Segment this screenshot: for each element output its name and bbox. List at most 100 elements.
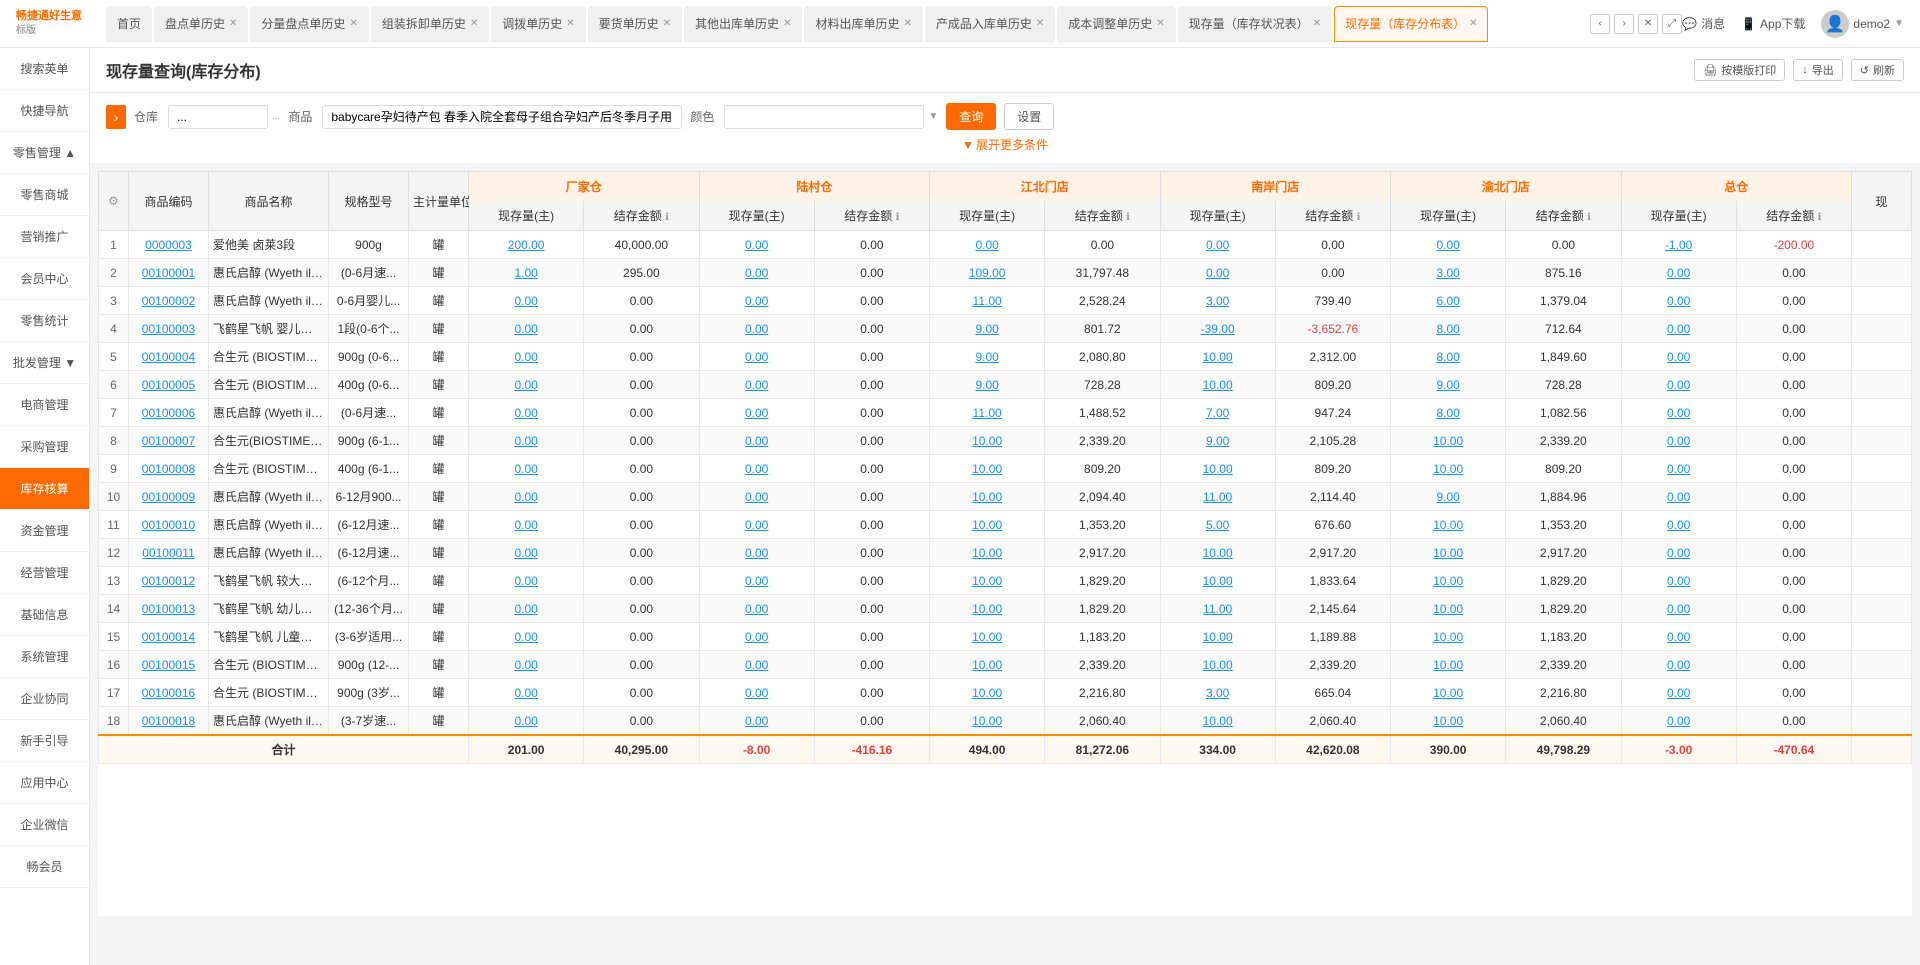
sidebar-item-13[interactable]: 基础信息 xyxy=(0,594,89,636)
sidebar-item-15[interactable]: 企业协同 xyxy=(0,678,89,720)
row-lucun-qty[interactable]: 0.00 xyxy=(699,427,814,455)
tab-close-2[interactable]: ✕ xyxy=(349,18,357,29)
tab-close-7[interactable]: ✕ xyxy=(903,18,911,29)
row-nanan-qty[interactable]: 11.00 xyxy=(1160,483,1275,511)
tab-3[interactable]: 组装拆卸单历史✕ xyxy=(371,6,489,42)
row-lucun-qty[interactable]: 0.00 xyxy=(699,343,814,371)
sidebar-item-7[interactable]: 批发管理 ▼ xyxy=(0,342,89,384)
sidebar-item-19[interactable]: 畅会员 xyxy=(0,846,89,888)
row-lucun-qty[interactable]: 0.00 xyxy=(699,595,814,623)
goods-input[interactable] xyxy=(322,105,682,129)
row-jiangbei-qty[interactable]: 10.00 xyxy=(930,707,1045,736)
row-jiangbei-qty[interactable]: 10.00 xyxy=(930,623,1045,651)
row-lucun-qty[interactable]: 0.00 xyxy=(699,623,814,651)
row-jiangbei-qty[interactable]: 10.00 xyxy=(930,483,1045,511)
color-input[interactable] xyxy=(724,105,924,129)
tab-2[interactable]: 分量盘点单历史✕ xyxy=(250,6,368,42)
sidebar-item-0[interactable]: 搜索英单 xyxy=(0,48,89,90)
row-yubei-qty[interactable]: 9.00 xyxy=(1391,483,1506,511)
prev-tab-btn[interactable]: ‹ xyxy=(1590,14,1610,34)
tab-9[interactable]: 成本调整单历史✕ xyxy=(1057,6,1175,42)
row-nanan-qty[interactable]: 11.00 xyxy=(1160,595,1275,623)
row-factory-qty[interactable]: 0.00 xyxy=(469,567,584,595)
row-yubei-qty[interactable]: 0.00 xyxy=(1391,231,1506,259)
row-total-qty[interactable]: 0.00 xyxy=(1621,315,1736,343)
row-jiangbei-qty[interactable]: 11.00 xyxy=(930,287,1045,315)
row-lucun-qty[interactable]: 0.00 xyxy=(699,567,814,595)
row-lucun-qty[interactable]: 0.00 xyxy=(699,679,814,707)
row-jiangbei-qty[interactable]: 109.00 xyxy=(930,259,1045,287)
user-menu[interactable]: 👤 demo2 ▼ xyxy=(1821,10,1904,38)
tab-5[interactable]: 要货单历史✕ xyxy=(588,6,682,42)
close-all-btn[interactable]: ✕ xyxy=(1638,14,1658,34)
row-yubei-qty[interactable]: 8.00 xyxy=(1391,399,1506,427)
row-yubei-qty[interactable]: 10.00 xyxy=(1391,707,1506,736)
row-lucun-qty[interactable]: 0.00 xyxy=(699,315,814,343)
row-jiangbei-qty[interactable]: 10.00 xyxy=(930,427,1045,455)
row-jiangbei-qty[interactable]: 10.00 xyxy=(930,651,1045,679)
sidebar-item-8[interactable]: 电商管理 xyxy=(0,384,89,426)
row-total-qty[interactable]: 0.00 xyxy=(1621,707,1736,736)
row-nanan-qty[interactable]: 10.00 xyxy=(1160,343,1275,371)
row-yubei-qty[interactable]: 9.00 xyxy=(1391,371,1506,399)
row-yubei-qty[interactable]: 6.00 xyxy=(1391,287,1506,315)
row-total-qty[interactable]: 0.00 xyxy=(1621,343,1736,371)
row-jiangbei-qty[interactable]: 10.00 xyxy=(930,455,1045,483)
row-code[interactable]: 00100003 xyxy=(129,315,209,343)
color-dropdown-icon[interactable]: ▼ xyxy=(928,111,938,122)
row-yubei-qty[interactable]: 3.00 xyxy=(1391,259,1506,287)
row-nanan-qty[interactable]: 10.00 xyxy=(1160,567,1275,595)
sidebar-item-3[interactable]: 零售商城 xyxy=(0,174,89,216)
row-nanan-qty[interactable]: 0.00 xyxy=(1160,231,1275,259)
row-factory-qty[interactable]: 0.00 xyxy=(469,595,584,623)
row-factory-qty[interactable]: 0.00 xyxy=(469,511,584,539)
app-download-btn[interactable]: 📱 App下载 xyxy=(1741,15,1805,32)
row-lucun-qty[interactable]: 0.00 xyxy=(699,259,814,287)
row-factory-qty[interactable]: 0.00 xyxy=(469,287,584,315)
row-factory-qty[interactable]: 0.00 xyxy=(469,371,584,399)
row-lucun-qty[interactable]: 0.00 xyxy=(699,455,814,483)
tab-close-5[interactable]: ✕ xyxy=(663,18,671,29)
row-factory-qty[interactable]: 200.00 xyxy=(469,231,584,259)
refresh-btn[interactable]: ↺ 刷新 xyxy=(1851,59,1904,81)
sidebar-item-17[interactable]: 应用中心 xyxy=(0,762,89,804)
row-code[interactable]: 00100005 xyxy=(129,371,209,399)
row-lucun-qty[interactable]: 0.00 xyxy=(699,371,814,399)
row-nanan-qty[interactable]: -39.00 xyxy=(1160,315,1275,343)
row-factory-qty[interactable]: 0.00 xyxy=(469,399,584,427)
row-yubei-qty[interactable]: 10.00 xyxy=(1391,455,1506,483)
row-code[interactable]: 00100018 xyxy=(129,707,209,736)
row-lucun-qty[interactable]: 0.00 xyxy=(699,511,814,539)
row-yubei-qty[interactable]: 10.00 xyxy=(1391,511,1506,539)
row-nanan-qty[interactable]: 7.00 xyxy=(1160,399,1275,427)
row-nanan-qty[interactable]: 10.00 xyxy=(1160,623,1275,651)
row-lucun-qty[interactable]: 0.00 xyxy=(699,707,814,736)
row-total-qty[interactable]: 0.00 xyxy=(1621,483,1736,511)
row-total-qty[interactable]: 0.00 xyxy=(1621,539,1736,567)
row-lucun-qty[interactable]: 0.00 xyxy=(699,539,814,567)
row-total-qty[interactable]: 0.00 xyxy=(1621,399,1736,427)
row-jiangbei-qty[interactable]: 9.00 xyxy=(930,371,1045,399)
row-total-qty[interactable]: 0.00 xyxy=(1621,427,1736,455)
row-total-qty[interactable]: 0.00 xyxy=(1621,371,1736,399)
sidebar-item-2[interactable]: 零售管理 ▲ xyxy=(0,132,89,174)
row-code[interactable]: 00100002 xyxy=(129,287,209,315)
row-code[interactable]: 00100009 xyxy=(129,483,209,511)
tab-6[interactable]: 其他出库单历史✕ xyxy=(684,6,802,42)
row-total-qty[interactable]: 0.00 xyxy=(1621,455,1736,483)
row-jiangbei-qty[interactable]: 10.00 xyxy=(930,567,1045,595)
row-yubei-qty[interactable]: 8.00 xyxy=(1391,315,1506,343)
row-code[interactable]: 00100013 xyxy=(129,595,209,623)
row-factory-qty[interactable]: 0.00 xyxy=(469,343,584,371)
table-container[interactable]: ⚙ 商品编码 商品名称 规格型号 主计量单位 厂家仓 陆村仓 江北门店 南岸门店… xyxy=(98,171,1912,916)
row-jiangbei-qty[interactable]: 9.00 xyxy=(930,315,1045,343)
row-code[interactable]: 00100012 xyxy=(129,567,209,595)
tab-close-10[interactable]: ✕ xyxy=(1313,18,1321,29)
tab-1[interactable]: 盘点单历史✕ xyxy=(154,6,248,42)
row-factory-qty[interactable]: 0.00 xyxy=(469,707,584,736)
row-total-qty[interactable]: -1.00 xyxy=(1621,231,1736,259)
tab-10[interactable]: 现存量（库存状况表）✕ xyxy=(1178,6,1332,42)
sidebar-item-4[interactable]: 营销推广 xyxy=(0,216,89,258)
tab-11[interactable]: 现存量（库存分布表）✕ xyxy=(1334,6,1488,42)
sidebar-item-9[interactable]: 采购管理 xyxy=(0,426,89,468)
